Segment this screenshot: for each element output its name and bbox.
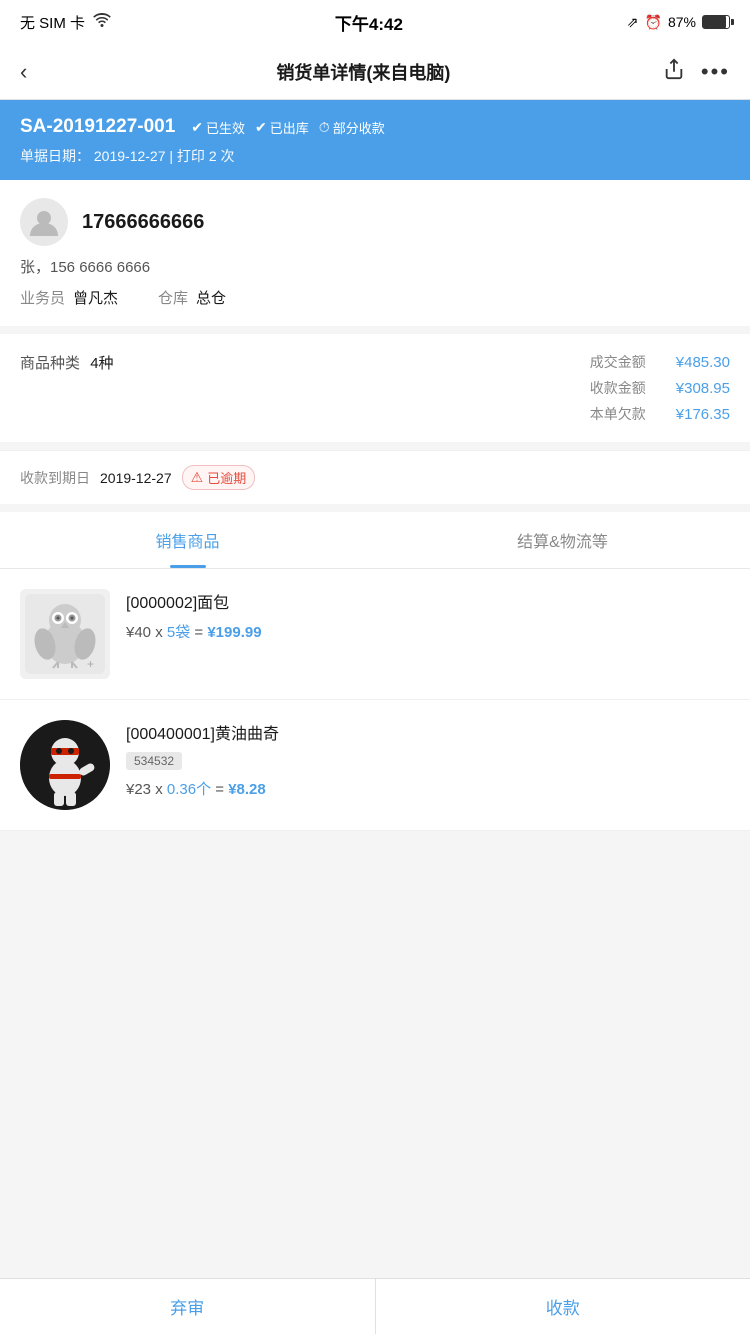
nav-actions: ••• [663,58,730,86]
check-icon-2: ✔ [255,119,267,136]
product-price-1: ¥40 x 5袋 = ¥199.99 [126,621,730,642]
stats-right: 成交金额 ¥485.30 收款金额 ¥308.95 本单欠款 ¥176.35 [590,352,730,424]
product-thumbnail-1: + [20,589,110,679]
back-button[interactable]: ‹ [20,59,64,85]
product-price-2: ¥23 x 0.36个 = ¥8.28 [126,778,730,799]
product-name-2: [000400001]黄油曲奇 [126,720,730,744]
receipt-label: 收款金额 [590,378,646,398]
customer-phone: 张，156 6666 6666 [20,256,730,277]
customer-meta: 业务员 曾凡杰 仓库 总仓 [20,287,730,308]
more-icon[interactable]: ••• [701,59,730,85]
location-icon: ⇗ [627,14,639,31]
status-left: 无 SIM 卡 [20,12,111,33]
user-icon [28,206,60,238]
tabs: 销售商品 结算&物流等 [0,512,750,569]
due-date: 2019-12-27 [100,470,172,486]
tab-products[interactable]: 销售商品 [0,512,375,568]
status-right: ⇗ ⏰ 87% [627,14,730,31]
owl-image: + [25,594,105,674]
product-thumbnail-2 [20,720,110,810]
collect-payment-button[interactable]: 收款 [376,1279,750,1334]
warehouse-value: 总仓 [196,287,226,308]
order-badges: ✔ 已生效 ✔ 已出库 ⏱ 部分收款 [191,118,384,137]
sim-status: 无 SIM 卡 [20,12,85,33]
product-image-2 [20,720,110,810]
receipt-value: ¥308.95 [676,380,730,397]
stats-section: 商品种类 4种 成交金额 ¥485.30 收款金额 ¥308.95 本单欠款 ¥… [0,334,750,442]
status-bar: 无 SIM 卡 下午4:42 ⇗ ⏰ 87% [0,0,750,44]
battery-pct: 87% [668,14,696,30]
overdue-badge: ⚠ 已逾期 [182,465,256,490]
tabs-section: 销售商品 结算&物流等 [0,512,750,831]
product-info-1: [0000002]面包 ¥40 x 5袋 = ¥199.99 [126,589,730,642]
battery-icon [702,15,730,29]
product-qty-2: 0.36个 [167,781,211,798]
receipt-row: 收款金额 ¥308.95 [590,378,730,398]
nav-bar: ‹ 销货单详情(来自电脑) ••• [0,44,750,100]
badge-shipped: ✔ 已出库 [255,118,309,137]
check-icon-1: ✔ [191,119,203,136]
type-count: 4种 [90,355,113,372]
date-label: 单据日期： [20,148,90,164]
product-info-2: [000400001]黄油曲奇 534532 ¥23 x 0.36个 = ¥8.… [126,720,730,799]
product-qty-1: 5袋 [167,624,190,641]
products-list: + [0000002]面包 ¥40 x 5袋 = ¥199.99 [0,569,750,831]
amount-row: 成交金额 ¥485.30 [590,352,730,372]
customer-section: 17666666666 张，156 6666 6666 业务员 曾凡杰 仓库 总… [0,180,750,326]
due-section: 收款到期日 2019-12-27 ⚠ 已逾期 [0,450,750,504]
product-item: + [0000002]面包 ¥40 x 5袋 = ¥199.99 [0,569,750,700]
bottom-bar: 弃审 收款 [0,1278,750,1334]
alarm-icon: ⏰ [645,14,662,31]
share-icon[interactable] [663,58,685,86]
owed-row: 本单欠款 ¥176.35 [590,404,730,424]
order-id: SA-20191227-001 [20,116,175,138]
avatar [20,198,68,246]
amount-label: 成交金额 [590,352,646,372]
stats-left: 商品种类 4种 [20,352,114,373]
abandon-review-button[interactable]: 弃审 [0,1279,376,1334]
amount-value: ¥485.30 [676,354,730,371]
salesperson-label: 业务员 [20,287,65,308]
salesperson-value: 曾凡杰 [73,287,118,308]
wifi-icon [93,13,111,31]
product-item-2: [000400001]黄油曲奇 534532 ¥23 x 0.36个 = ¥8.… [0,700,750,831]
owed-label: 本单欠款 [590,404,646,424]
tab-settlement[interactable]: 结算&物流等 [375,512,750,568]
overdue-text: 已逾期 [207,468,246,487]
due-label: 收款到期日 [20,468,90,488]
product-total-1: ¥199.99 [207,624,261,641]
product-name-1: [0000002]面包 [126,589,730,613]
warehouse-item: 仓库 总仓 [158,287,226,308]
badge-partial: ⏱ 部分收款 [319,118,385,137]
print-info: | 打印 2 次 [169,148,234,164]
page-title: 销货单详情(来自电脑) [64,59,663,85]
salesperson-item: 业务员 曾凡杰 [20,287,118,308]
overdue-icon: ⚠ [191,469,204,486]
order-date: 单据日期： 2019-12-27 | 打印 2 次 [20,146,730,166]
date-value: 2019-12-27 [94,148,166,164]
warehouse-label: 仓库 [158,287,188,308]
type-label: 商品种类 [20,355,80,372]
product-sku-2: 534532 [126,752,182,770]
order-header: SA-20191227-001 ✔ 已生效 ✔ 已出库 ⏱ 部分收款 单据日期：… [0,100,750,180]
clock-icon: ⏱ [319,119,330,136]
badge-effective: ✔ 已生效 [191,118,245,137]
owed-value: ¥176.35 [676,406,730,423]
status-time: 下午4:42 [335,10,403,35]
product-total-2: ¥8.28 [228,781,266,798]
customer-row: 17666666666 [20,198,730,246]
svg-text:+: + [87,657,94,671]
customer-name: 17666666666 [82,211,204,234]
